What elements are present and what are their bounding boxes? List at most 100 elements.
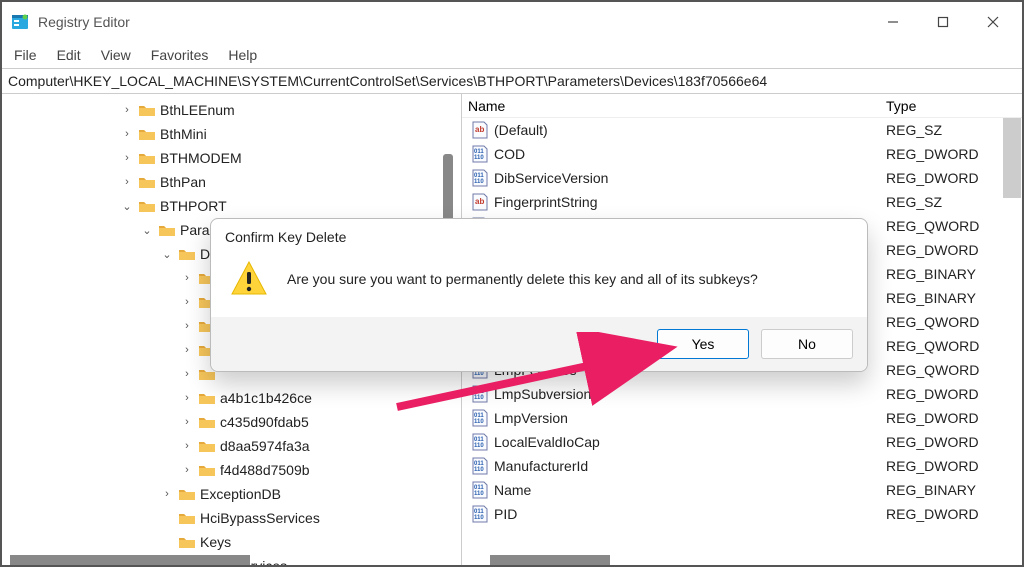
folder-icon: [178, 247, 196, 261]
menu-help[interactable]: Help: [228, 47, 257, 63]
warning-icon: [229, 259, 269, 299]
tree-item[interactable]: Keys: [2, 530, 461, 554]
list-hscroll-thumb[interactable]: [490, 555, 610, 565]
chevron-right-icon[interactable]: ›: [180, 416, 194, 428]
list-header: Name Type: [462, 94, 1022, 118]
minimize-button[interactable]: [882, 11, 904, 33]
reg-binary-icon: [470, 433, 490, 451]
reg-binary-icon: [470, 385, 490, 403]
tree-item[interactable]: › c435d90fdab5: [2, 410, 461, 434]
col-header-type[interactable]: Type: [882, 98, 1022, 114]
value-name: LmpVersion: [494, 410, 568, 426]
tree-hscroll-thumb[interactable]: [10, 555, 250, 565]
list-vscroll[interactable]: [1003, 94, 1021, 565]
yes-button[interactable]: Yes: [657, 329, 749, 359]
folder-icon: [178, 487, 196, 501]
list-row[interactable]: DibServiceVersionREG_DWORD: [462, 166, 1022, 190]
list-row[interactable]: LmpVersion REG_DWORD: [462, 406, 1022, 430]
value-type: REG_SZ: [882, 194, 1022, 210]
list-row[interactable]: LmpSubversionREG_DWORD: [462, 382, 1022, 406]
folder-icon: [138, 175, 156, 189]
tree-item[interactable]: ›BthLEEnum: [2, 98, 461, 122]
folder-icon: [138, 103, 156, 117]
tree-item[interactable]: › f4d488d7509b: [2, 458, 461, 482]
tree-item[interactable]: ›BthPan: [2, 170, 461, 194]
chevron-right-icon[interactable]: ›: [180, 368, 194, 380]
maximize-button[interactable]: [932, 11, 954, 33]
folder-icon: [178, 535, 196, 549]
value-name: ManufacturerId: [494, 458, 588, 474]
tree-item[interactable]: ›BTHMODEM: [2, 146, 461, 170]
tree-item-label: a4b1c1b426ce: [220, 390, 312, 406]
menu-edit[interactable]: Edit: [57, 47, 81, 63]
folder-icon: [158, 223, 176, 237]
value-type: REG_BINARY: [882, 266, 1022, 282]
value-name: PID: [494, 506, 517, 522]
list-vscroll-thumb[interactable]: [1003, 118, 1021, 198]
value-type: REG_QWORD: [882, 338, 1022, 354]
no-button[interactable]: No: [761, 329, 853, 359]
regedit-icon: [10, 12, 30, 32]
tree-item[interactable]: HciBypassServices: [2, 506, 461, 530]
list-row[interactable]: FingerprintStringREG_SZ: [462, 190, 1022, 214]
reg-binary-icon: [470, 409, 490, 427]
chevron-right-icon[interactable]: ›: [120, 152, 134, 164]
reg-binary-icon: [470, 457, 490, 475]
menu-file[interactable]: File: [14, 47, 37, 63]
value-type: REG_DWORD: [882, 386, 1022, 402]
list-row[interactable]: LocalEvaldIoCapREG_DWORD: [462, 430, 1022, 454]
chevron-right-icon[interactable]: ›: [180, 272, 194, 284]
tree-item-label: c435d90fdab5: [220, 414, 309, 430]
reg-string-icon: [470, 121, 490, 139]
value-type: REG_DWORD: [882, 410, 1022, 426]
tree-item[interactable]: ›BthMini: [2, 122, 461, 146]
chevron-right-icon[interactable]: ›: [160, 488, 174, 500]
folder-icon: [198, 391, 216, 405]
chevron-right-icon[interactable]: ›: [120, 104, 134, 116]
dialog-title: Confirm Key Delete: [211, 219, 867, 251]
chevron-right-icon[interactable]: ›: [180, 320, 194, 332]
tree-item-label: ExceptionDB: [200, 486, 281, 502]
tree-item-label: f4d488d7509b: [220, 462, 310, 478]
list-row[interactable]: NameREG_BINARY: [462, 478, 1022, 502]
menu-favorites[interactable]: Favorites: [151, 47, 209, 63]
folder-icon: [178, 511, 196, 525]
chevron-right-icon[interactable]: ›: [120, 176, 134, 188]
list-row[interactable]: (Default)REG_SZ: [462, 118, 1022, 142]
tree-item[interactable]: › d8aa5974fa3a: [2, 434, 461, 458]
value-type: REG_QWORD: [882, 314, 1022, 330]
window-title: Registry Editor: [38, 14, 130, 30]
chevron-right-icon[interactable]: ›: [180, 464, 194, 476]
folder-icon: [198, 439, 216, 453]
tree-item[interactable]: › a4b1c1b426ce: [2, 386, 461, 410]
col-header-name[interactable]: Name: [462, 98, 882, 114]
value-type: REG_DWORD: [882, 242, 1022, 258]
address-bar[interactable]: Computer\HKEY_LOCAL_MACHINE\SYSTEM\Curre…: [2, 68, 1022, 94]
chevron-down-icon[interactable]: ⌄: [120, 200, 134, 213]
folder-icon: [198, 463, 216, 477]
chevron-right-icon[interactable]: ›: [120, 128, 134, 140]
value-type: REG_SZ: [882, 122, 1022, 138]
tree-item-label: Keys: [200, 534, 231, 550]
chevron-right-icon[interactable]: ›: [180, 296, 194, 308]
list-row[interactable]: COD REG_DWORD: [462, 142, 1022, 166]
menu-view[interactable]: View: [101, 47, 131, 63]
reg-binary-icon: [470, 169, 490, 187]
tree-item-label: d8aa5974fa3a: [220, 438, 310, 454]
tree-item[interactable]: › ExceptionDB: [2, 482, 461, 506]
value-name: COD: [494, 146, 525, 162]
list-row[interactable]: PID REG_DWORD: [462, 502, 1022, 526]
value-name: DibServiceVersion: [494, 170, 608, 186]
chevron-right-icon[interactable]: ›: [180, 392, 194, 404]
value-type: REG_BINARY: [882, 290, 1022, 306]
value-type: REG_DWORD: [882, 506, 1022, 522]
chevron-right-icon[interactable]: ›: [180, 344, 194, 356]
close-button[interactable]: [982, 11, 1004, 33]
tree-item[interactable]: ⌄BTHPORT: [2, 194, 461, 218]
chevron-down-icon[interactable]: ⌄: [160, 248, 174, 261]
value-type: REG_DWORD: [882, 458, 1022, 474]
list-row[interactable]: ManufacturerId REG_DWORD: [462, 454, 1022, 478]
value-type: REG_DWORD: [882, 146, 1022, 162]
chevron-down-icon[interactable]: ⌄: [140, 224, 154, 237]
chevron-right-icon[interactable]: ›: [180, 440, 194, 452]
